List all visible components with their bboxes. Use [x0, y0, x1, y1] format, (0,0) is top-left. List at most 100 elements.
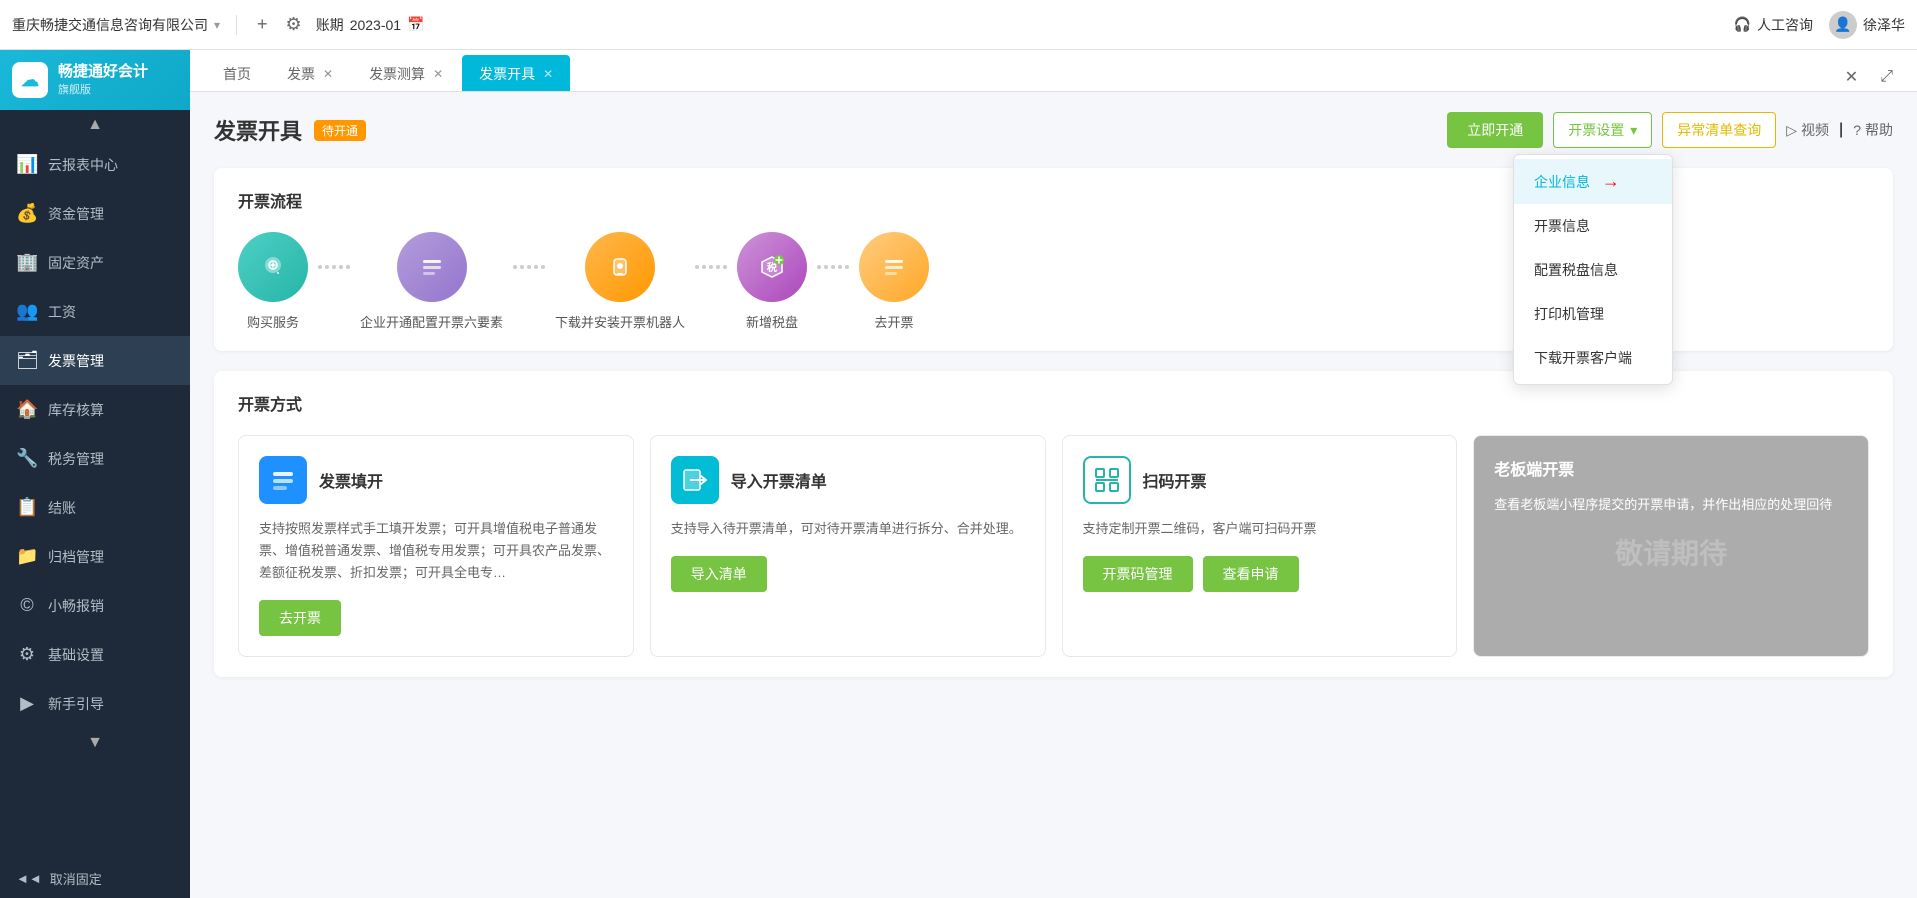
add-company-button[interactable]: +: [253, 10, 272, 39]
method-card-import: 导入开票清单 支持导入待开票清单，可对待开票清单进行拆分、合并处理。 导入清单: [650, 435, 1046, 657]
sidebar-item-shuiwu[interactable]: 🔧 税务管理: [0, 434, 190, 483]
consultant-button[interactable]: 🎧 人工咨询: [1734, 15, 1813, 35]
tab-fapiaocesuan-close[interactable]: ✕: [433, 67, 443, 81]
sidebar-item-label: 基础设置: [48, 645, 104, 665]
tab-home-label: 首页: [223, 64, 251, 84]
sidebar-scroll-up[interactable]: ▲: [0, 110, 190, 140]
tab-close-button[interactable]: ✕: [1837, 63, 1866, 91]
flow-step-config-icon: [397, 232, 467, 302]
company-name: 重庆畅捷交通信息咨询有限公司: [12, 15, 208, 35]
import-card-header: 导入开票清单: [671, 456, 1025, 504]
tab-bar: 首页 发票 ✕ 发票测算 ✕ 发票开具 ✕ ✕ ⤢: [190, 50, 1917, 92]
sidebar-item-fapiao[interactable]: 🗂 发票管理: [0, 336, 190, 385]
tab-maximize-button[interactable]: ⤢: [1872, 64, 1901, 90]
settings-btn[interactable]: 开票设置 ▾: [1553, 112, 1652, 148]
kucun-icon: 🏠: [16, 399, 38, 420]
flow-step-buy-icon: [238, 232, 308, 302]
sidebar-item-label: 固定资产: [48, 253, 104, 273]
page-content: 发票开具 待开通 立即开通 开票设置 ▾ 异常清单查询 ▷ 视频 |: [190, 92, 1917, 898]
cancel-pin-label: 取消固定: [50, 869, 102, 888]
sidebar-item-xiaochang[interactable]: © 小畅报销: [0, 581, 190, 630]
tab-home[interactable]: 首页: [206, 55, 268, 91]
sidebar-scroll-down[interactable]: ▼: [0, 728, 190, 758]
scan-card-desc: 支持定制开票二维码，客户端可扫码开票: [1083, 518, 1437, 540]
tab-fapiaokaiju-close[interactable]: ✕: [543, 67, 553, 81]
calendar-icon[interactable]: 📅: [407, 16, 424, 33]
dropdown-item-download-client[interactable]: 下载开票客户端: [1514, 336, 1672, 380]
period-value: 2023-01: [350, 17, 401, 33]
sidebar-item-yunbiao[interactable]: 📊 云报表中心: [0, 140, 190, 189]
dropdown-item-printer-mgmt[interactable]: 打印机管理: [1514, 292, 1672, 336]
top-bar-right: 🎧 人工咨询 👤 徐泽华: [1734, 11, 1905, 39]
tax-config-label: 配置税盘信息: [1534, 262, 1618, 278]
company-selector[interactable]: 重庆畅捷交通信息咨询有限公司 ▾: [12, 15, 220, 35]
scan-card-icon: [1083, 456, 1131, 504]
fill-card-title: 发票填开: [319, 468, 383, 492]
sidebar-item-gudingzichan[interactable]: 🏢 固定资产: [0, 238, 190, 287]
scan-btns: 开票码管理 查看申请: [1083, 556, 1437, 592]
sidebar-item-jichu[interactable]: ⚙ 基础设置: [0, 630, 190, 679]
gudingzichan-icon: 🏢: [16, 252, 38, 273]
video-label: 视频: [1801, 120, 1829, 140]
anomaly-btn[interactable]: 异常清单查询: [1662, 112, 1776, 148]
dropdown-item-company-info[interactable]: 企业信息 →: [1514, 159, 1672, 204]
sidebar-logo: ☁ 畅捷通好会计 旗舰版: [0, 50, 190, 110]
sidebar-item-gongzi[interactable]: 👥 工资: [0, 287, 190, 336]
invoice-info-label: 开票信息: [1534, 218, 1590, 234]
open-btn[interactable]: 立即开通: [1447, 112, 1543, 148]
sidebar-item-xinshou[interactable]: ▶ 新手引导: [0, 679, 190, 728]
sidebar-item-label: 云报表中心: [48, 155, 118, 175]
tab-bar-right: ✕ ⤢: [1837, 63, 1901, 91]
method-card-scan: 扫码开票 支持定制开票二维码，客户端可扫码开票 开票码管理 查看申请: [1062, 435, 1458, 657]
pipe-divider: |: [1839, 121, 1843, 139]
flow-step-download-label: 下载并安装开票机器人: [555, 312, 685, 331]
user-info[interactable]: 👤 徐泽华: [1829, 11, 1905, 39]
period-label-text: 账期: [316, 15, 344, 35]
fill-invoice-btn[interactable]: 去开票: [259, 600, 341, 636]
jiezhang-icon: 📋: [16, 497, 38, 518]
download-client-label: 下载开票客户端: [1534, 350, 1632, 366]
logo-sub: 旗舰版: [58, 81, 148, 97]
flow-step-addtax-label: 新增税盘: [746, 312, 798, 331]
sidebar-item-label: 小畅报销: [48, 596, 104, 616]
scan-card-title: 扫码开票: [1143, 468, 1207, 492]
tab-fapiaokaiju[interactable]: 发票开具 ✕: [462, 55, 570, 91]
flow-step-buy-label: 购买服务: [247, 312, 299, 331]
tab-fapiao-close[interactable]: ✕: [323, 67, 333, 81]
tab-fapiaocesuan[interactable]: 发票测算 ✕: [352, 55, 460, 91]
flow-step-addtax-icon: 税: [737, 232, 807, 302]
sidebar-item-zijin[interactable]: 💰 资金管理: [0, 189, 190, 238]
method-section: 开票方式 发票填开 支持按照发票样式手工填开发票；可开具增值税电子普通发票、增值…: [214, 371, 1893, 677]
settings-btn-label: 开票设置: [1568, 120, 1624, 140]
settings-dropdown-menu: 企业信息 → 开票信息 配置税盘信息 打印机管理 下: [1513, 154, 1673, 385]
scan-qrcode-btn[interactable]: 开票码管理: [1083, 556, 1193, 592]
boss-card-desc: 查看老板端小程序提交的开票申请，并作出相应的处理回待: [1494, 494, 1848, 516]
import-card-desc: 支持导入待开票清单，可对待开票清单进行拆分、合并处理。: [671, 518, 1025, 540]
xinshou-icon: ▶: [16, 693, 38, 714]
company-dropdown-arrow: ▾: [214, 18, 220, 32]
sidebar-item-guidang[interactable]: 📁 归档管理: [0, 532, 190, 581]
jichu-icon: ⚙: [16, 644, 38, 665]
video-btn[interactable]: ▷ 视频: [1786, 120, 1829, 140]
import-invoice-btn[interactable]: 导入清单: [671, 556, 767, 592]
scan-apply-btn[interactable]: 查看申请: [1203, 556, 1299, 592]
fapiao-icon: 🗂: [16, 350, 38, 371]
dropdown-item-tax-config[interactable]: 配置税盘信息: [1514, 248, 1672, 292]
logo-text: 畅捷通好会计: [58, 63, 148, 81]
settings-button[interactable]: ⚙: [282, 10, 306, 39]
import-card-icon: [671, 456, 719, 504]
printer-mgmt-label: 打印机管理: [1534, 306, 1604, 322]
gongzi-icon: 👥: [16, 301, 38, 322]
sidebar-item-jiezhang[interactable]: 📋 结账: [0, 483, 190, 532]
fill-card-header: 发票填开: [259, 456, 613, 504]
sidebar-item-kucun[interactable]: 🏠 库存核算: [0, 385, 190, 434]
sidebar-cancel-pin[interactable]: ◄◄ 取消固定: [0, 859, 190, 898]
help-btn[interactable]: ? 帮助: [1853, 120, 1893, 140]
tab-fapiao[interactable]: 发票 ✕: [270, 55, 350, 91]
dropdown-item-invoice-info[interactable]: 开票信息: [1514, 204, 1672, 248]
method-title: 开票方式: [238, 391, 1869, 415]
flow-connector-1: [308, 265, 360, 269]
sidebar-item-label: 资金管理: [48, 204, 104, 224]
flow-step-config: 企业开通配置开票六要素: [360, 232, 503, 331]
zijin-icon: 💰: [16, 203, 38, 224]
